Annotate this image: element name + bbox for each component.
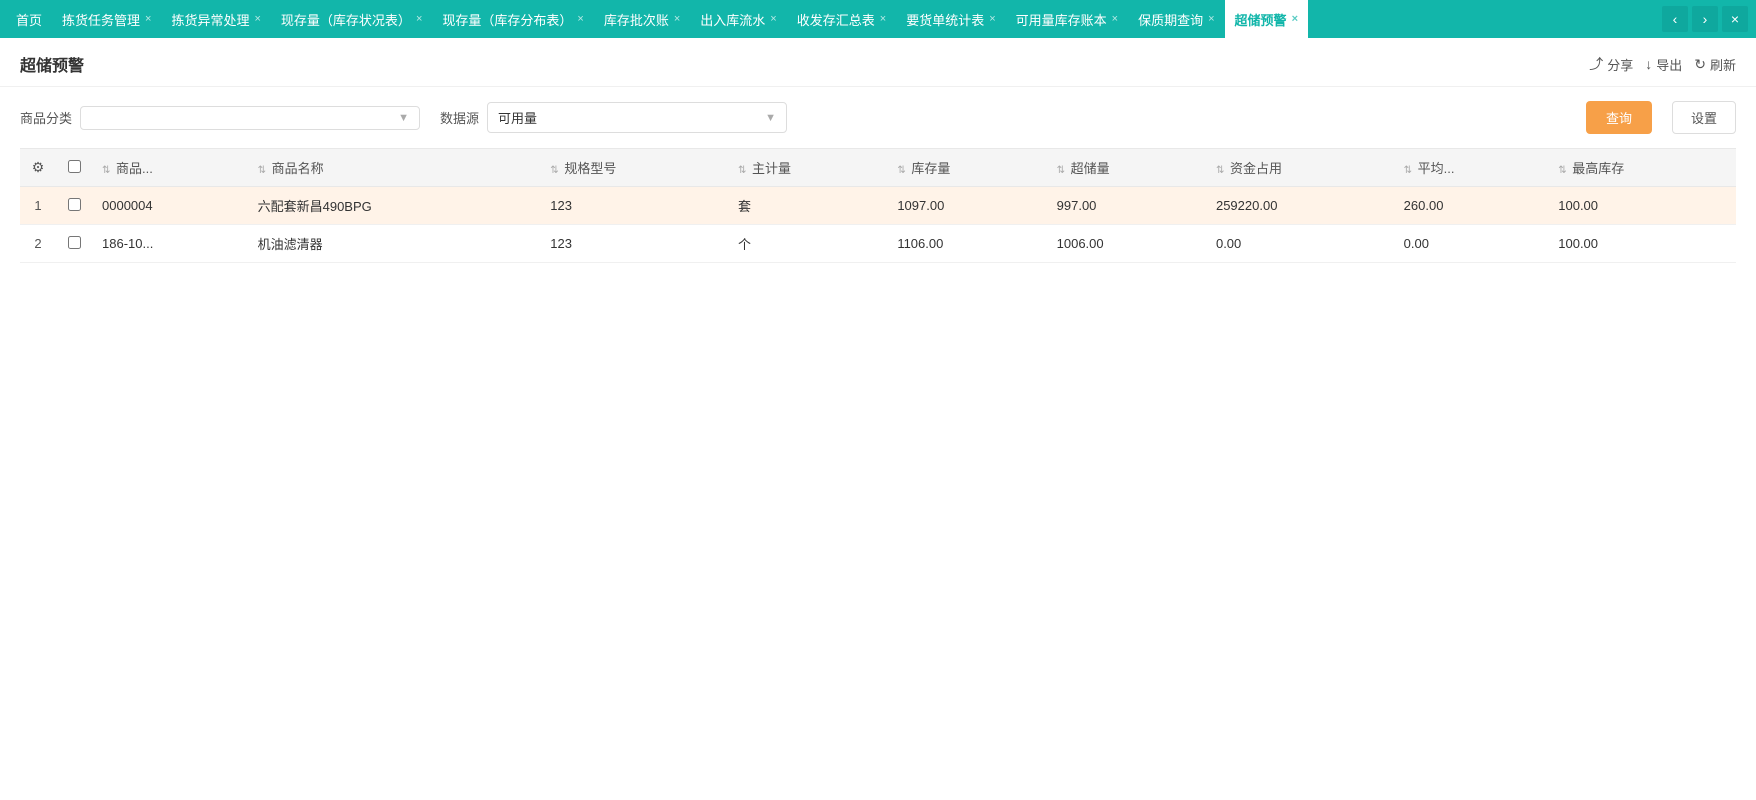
capital-cell: 0.00 [1206, 225, 1394, 263]
data-table-container: ⚙ ⇅ 商品... ⇅ 商品名称 ⇅ 规格型号 ⇅ [0, 148, 1756, 263]
close-icon[interactable]: × [1112, 13, 1118, 25]
export-icon: ↓ [1645, 56, 1652, 72]
refresh-action[interactable]: ↻ 刷新 [1694, 55, 1736, 74]
unit-cell: 个 [728, 225, 887, 263]
column-avg[interactable]: ⇅ 平均... [1394, 149, 1549, 187]
nav-pick-abnormal[interactable]: 拣货异常处理 × [161, 0, 270, 38]
refresh-icon: ↻ [1694, 56, 1706, 73]
nav-arrow-right[interactable]: › [1692, 6, 1718, 32]
close-icon[interactable]: × [674, 13, 680, 25]
row-index: 2 [20, 225, 56, 263]
product-category-select[interactable]: ▼ [80, 106, 420, 130]
product-name-cell: 六配套新昌490BPG [248, 187, 541, 225]
nav-demand-stat[interactable]: 要货单统计表 × [896, 0, 1005, 38]
nav-stock-status[interactable]: 现存量（库存状况表） × [271, 0, 432, 38]
share-icon: ⤴ [1589, 54, 1603, 74]
sort-icon: ⇅ [258, 165, 266, 176]
column-overstock[interactable]: ⇅ 超储量 [1047, 149, 1206, 187]
close-icon[interactable]: × [989, 13, 995, 25]
close-icon[interactable]: × [254, 13, 260, 25]
column-stock[interactable]: ⇅ 库存量 [887, 149, 1046, 187]
sort-icon: ⇅ [897, 165, 905, 176]
settings-button[interactable]: 设置 [1672, 101, 1736, 134]
stock-cell: 1106.00 [887, 225, 1046, 263]
table-header-row: ⚙ ⇅ 商品... ⇅ 商品名称 ⇅ 规格型号 ⇅ [20, 149, 1736, 187]
sort-icon: ⇅ [1057, 165, 1065, 176]
close-icon[interactable]: × [577, 13, 583, 25]
close-icon[interactable]: × [416, 13, 422, 25]
chevron-down-icon: ▼ [765, 112, 776, 124]
avg-cell: 260.00 [1394, 187, 1549, 225]
nav-inout-flow[interactable]: 出入库流水 × [690, 0, 786, 38]
column-capital[interactable]: ⇅ 资金占用 [1206, 149, 1394, 187]
header-actions: ⤴ 分享 ↓ 导出 ↻ 刷新 [1589, 54, 1736, 74]
capital-cell: 259220.00 [1206, 187, 1394, 225]
column-checkbox[interactable] [56, 149, 92, 187]
close-icon[interactable]: × [770, 13, 776, 25]
max-stock-cell: 100.00 [1548, 187, 1736, 225]
product-code-cell: 0000004 [92, 187, 248, 225]
product-name-cell: 机油滤清器 [248, 225, 541, 263]
column-unit[interactable]: ⇅ 主计量 [728, 149, 887, 187]
overstock-cell: 1006.00 [1047, 225, 1206, 263]
close-icon[interactable]: × [880, 13, 886, 25]
product-code-cell: 186-10... [92, 225, 248, 263]
select-all-checkbox[interactable] [68, 160, 81, 173]
export-action[interactable]: ↓ 导出 [1645, 55, 1682, 74]
nav-quality-period[interactable]: 保质期查询 × [1128, 0, 1224, 38]
column-settings[interactable]: ⚙ [20, 149, 56, 187]
nav-home[interactable]: 首页 [6, 0, 52, 38]
data-table: ⚙ ⇅ 商品... ⇅ 商品名称 ⇅ 规格型号 ⇅ [20, 148, 1736, 263]
column-max-stock[interactable]: ⇅ 最高库存 [1548, 149, 1736, 187]
nav-summary[interactable]: 收发存汇总表 × [787, 0, 896, 38]
nav-arrow-close[interactable]: × [1722, 6, 1748, 32]
page-title: 超储预警 [20, 52, 84, 76]
nav-overstock-warning[interactable]: 超储预警 × [1225, 0, 1308, 38]
datasource-select[interactable]: 可用量 ▼ [487, 102, 787, 133]
column-product-name[interactable]: ⇅ 商品名称 [248, 149, 541, 187]
sort-icon: ⇅ [1558, 165, 1566, 176]
datasource-filter: 数据源 可用量 ▼ [440, 102, 787, 133]
close-icon[interactable]: × [145, 13, 151, 25]
product-category-label: 商品分类 [20, 108, 72, 127]
row-checkbox-cell[interactable] [56, 225, 92, 263]
column-product-code[interactable]: ⇅ 商品... [92, 149, 248, 187]
table-row: 2 186-10... 机油滤清器 123 个 1106.00 1006.00 … [20, 225, 1736, 263]
table-row: 1 0000004 六配套新昌490BPG 123 套 1097.00 997.… [20, 187, 1736, 225]
overstock-cell: 997.00 [1047, 187, 1206, 225]
gear-icon[interactable]: ⚙ [32, 159, 45, 175]
sort-icon: ⇅ [550, 165, 558, 176]
spec-cell: 123 [540, 225, 728, 263]
close-icon[interactable]: × [1208, 13, 1214, 25]
spec-cell: 123 [540, 187, 728, 225]
query-button[interactable]: 查询 [1586, 101, 1652, 134]
nav-pick-task[interactable]: 拣货任务管理 × [52, 0, 161, 38]
close-icon[interactable]: × [1292, 13, 1298, 25]
unit-cell: 套 [728, 187, 887, 225]
column-spec[interactable]: ⇅ 规格型号 [540, 149, 728, 187]
share-action[interactable]: ⤴ 分享 [1589, 54, 1633, 74]
sort-icon: ⇅ [1216, 165, 1224, 176]
nav-available-account[interactable]: 可用量库存账本 × [1006, 0, 1128, 38]
page-header: 超储预警 ⤴ 分享 ↓ 导出 ↻ 刷新 [0, 38, 1756, 87]
nav-arrow-container: ‹ › × [1660, 6, 1750, 32]
datasource-label: 数据源 [440, 108, 479, 127]
row-checkbox-cell[interactable] [56, 187, 92, 225]
nav-arrow-left[interactable]: ‹ [1662, 6, 1688, 32]
avg-cell: 0.00 [1394, 225, 1549, 263]
top-navigation: 首页 拣货任务管理 × 拣货异常处理 × 现存量（库存状况表） × 现存量（库存… [0, 0, 1756, 38]
sort-icon: ⇅ [738, 165, 746, 176]
stock-cell: 1097.00 [887, 187, 1046, 225]
nav-batch-account[interactable]: 库存批次账 × [594, 0, 690, 38]
row-index: 1 [20, 187, 56, 225]
row-checkbox[interactable] [68, 198, 81, 211]
filter-bar: 商品分类 ▼ 数据源 可用量 ▼ 查询 设置 [0, 87, 1756, 148]
nav-stock-dist[interactable]: 现存量（库存分布表） × [432, 0, 593, 38]
row-checkbox[interactable] [68, 236, 81, 249]
product-category-filter: 商品分类 ▼ [20, 106, 420, 130]
max-stock-cell: 100.00 [1548, 225, 1736, 263]
sort-icon: ⇅ [102, 165, 110, 176]
sort-icon: ⇅ [1404, 165, 1412, 176]
chevron-down-icon: ▼ [398, 112, 409, 124]
